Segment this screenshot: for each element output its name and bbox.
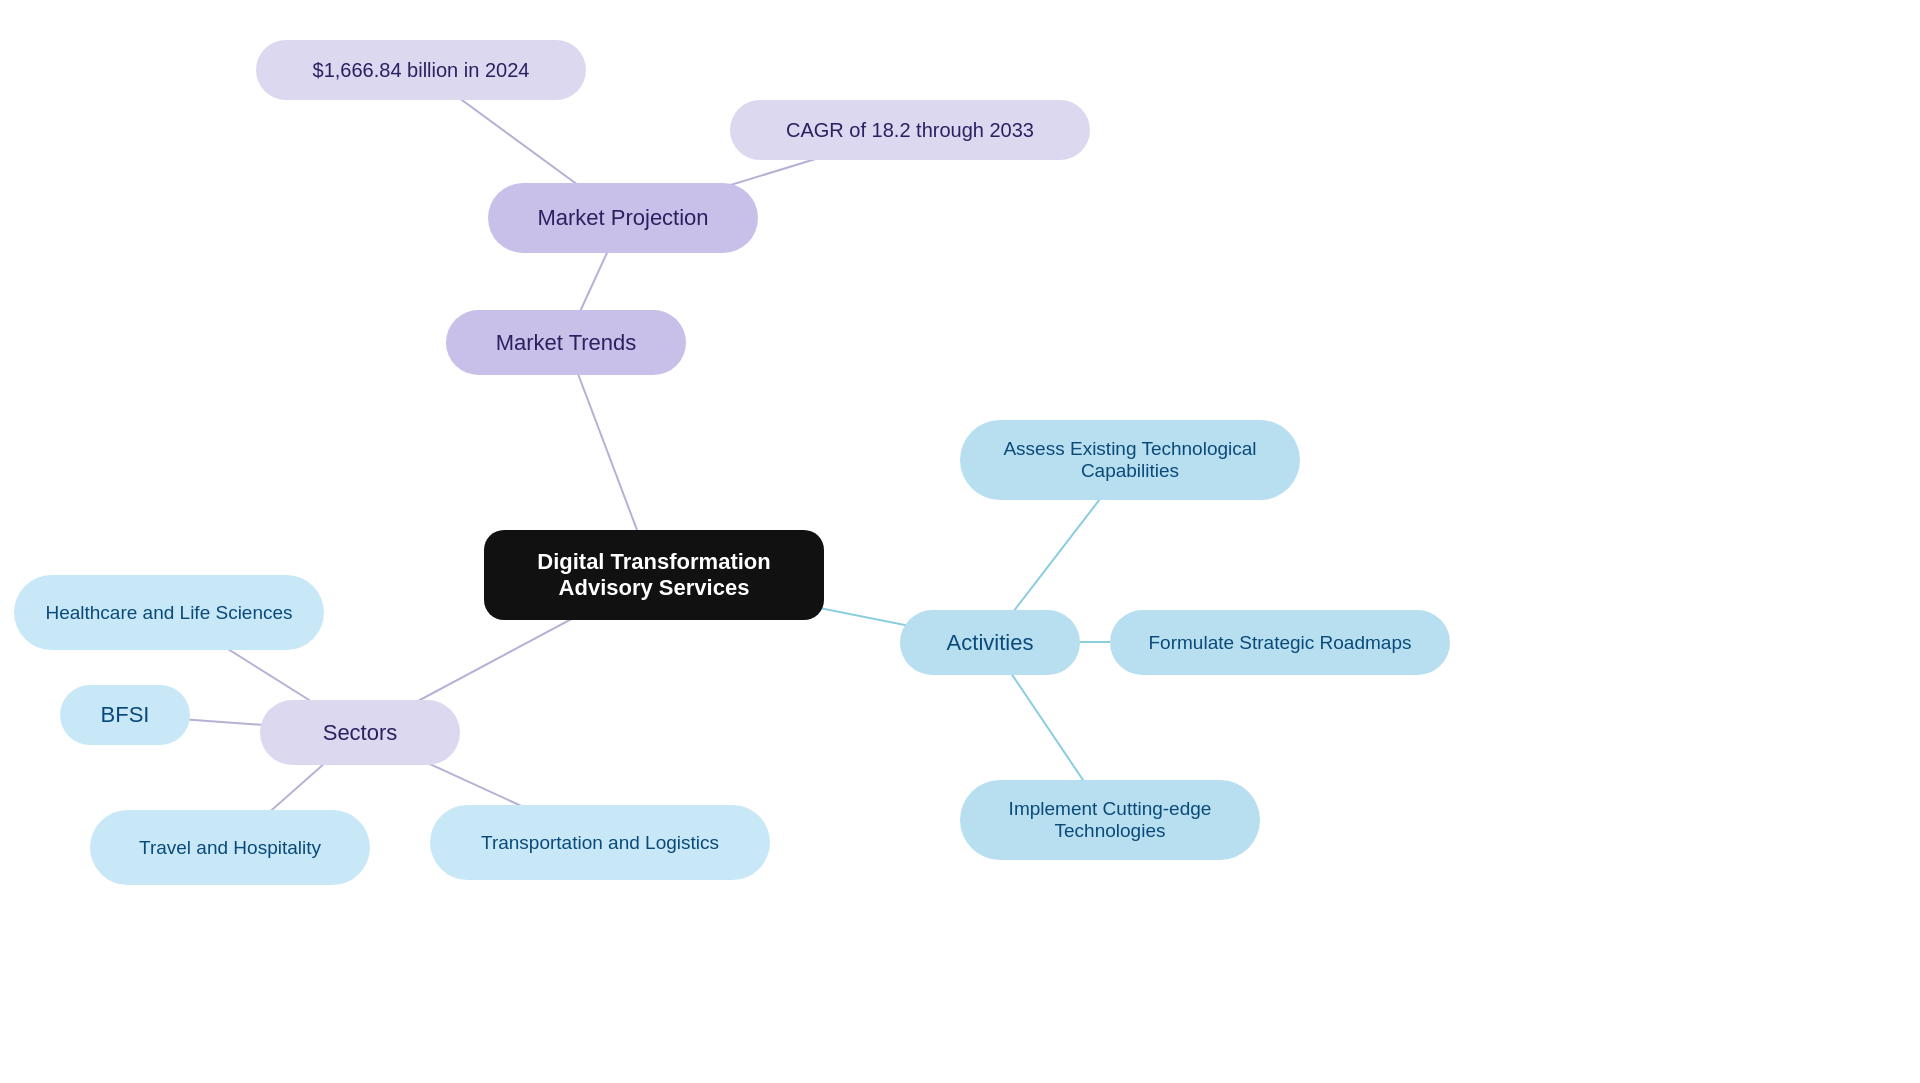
transport-node[interactable]: Transportation and Logistics [430, 805, 770, 880]
travel-label: Travel and Hospitality [139, 837, 321, 859]
cagr-label: CAGR of 18.2 through 2033 [786, 119, 1034, 142]
market-projection-node[interactable]: Market Projection [488, 183, 758, 253]
market-trends-node[interactable]: Market Trends [446, 310, 686, 375]
activities-label: Activities [947, 630, 1034, 656]
healthcare-label: Healthcare and Life Sciences [45, 602, 292, 624]
healthcare-node[interactable]: Healthcare and Life Sciences [14, 575, 324, 650]
center-node[interactable]: Digital Transformation Advisory Services [484, 530, 824, 620]
travel-node[interactable]: Travel and Hospitality [90, 810, 370, 885]
center-label: Digital Transformation Advisory Services [508, 549, 800, 601]
assess-node[interactable]: Assess Existing Technological Capabiliti… [960, 420, 1300, 500]
cagr-node[interactable]: CAGR of 18.2 through 2033 [730, 100, 1090, 160]
formulate-label: Formulate Strategic Roadmaps [1149, 632, 1412, 654]
market-projection-label: Market Projection [537, 205, 708, 231]
bfsi-label: BFSI [101, 702, 150, 728]
bfsi-node[interactable]: BFSI [60, 685, 190, 745]
sectors-label: Sectors [323, 720, 398, 746]
market-trends-label: Market Trends [496, 330, 637, 356]
sectors-node[interactable]: Sectors [260, 700, 460, 765]
activities-node[interactable]: Activities [900, 610, 1080, 675]
formulate-node[interactable]: Formulate Strategic Roadmaps [1110, 610, 1450, 675]
billion-node[interactable]: $1,666.84 billion in 2024 [256, 40, 586, 100]
transport-label: Transportation and Logistics [481, 832, 719, 854]
assess-label: Assess Existing Technological Capabiliti… [984, 438, 1276, 482]
implement-label: Implement Cutting-edge Technologies [984, 798, 1236, 842]
billion-label: $1,666.84 billion in 2024 [313, 59, 530, 82]
implement-node[interactable]: Implement Cutting-edge Technologies [960, 780, 1260, 860]
